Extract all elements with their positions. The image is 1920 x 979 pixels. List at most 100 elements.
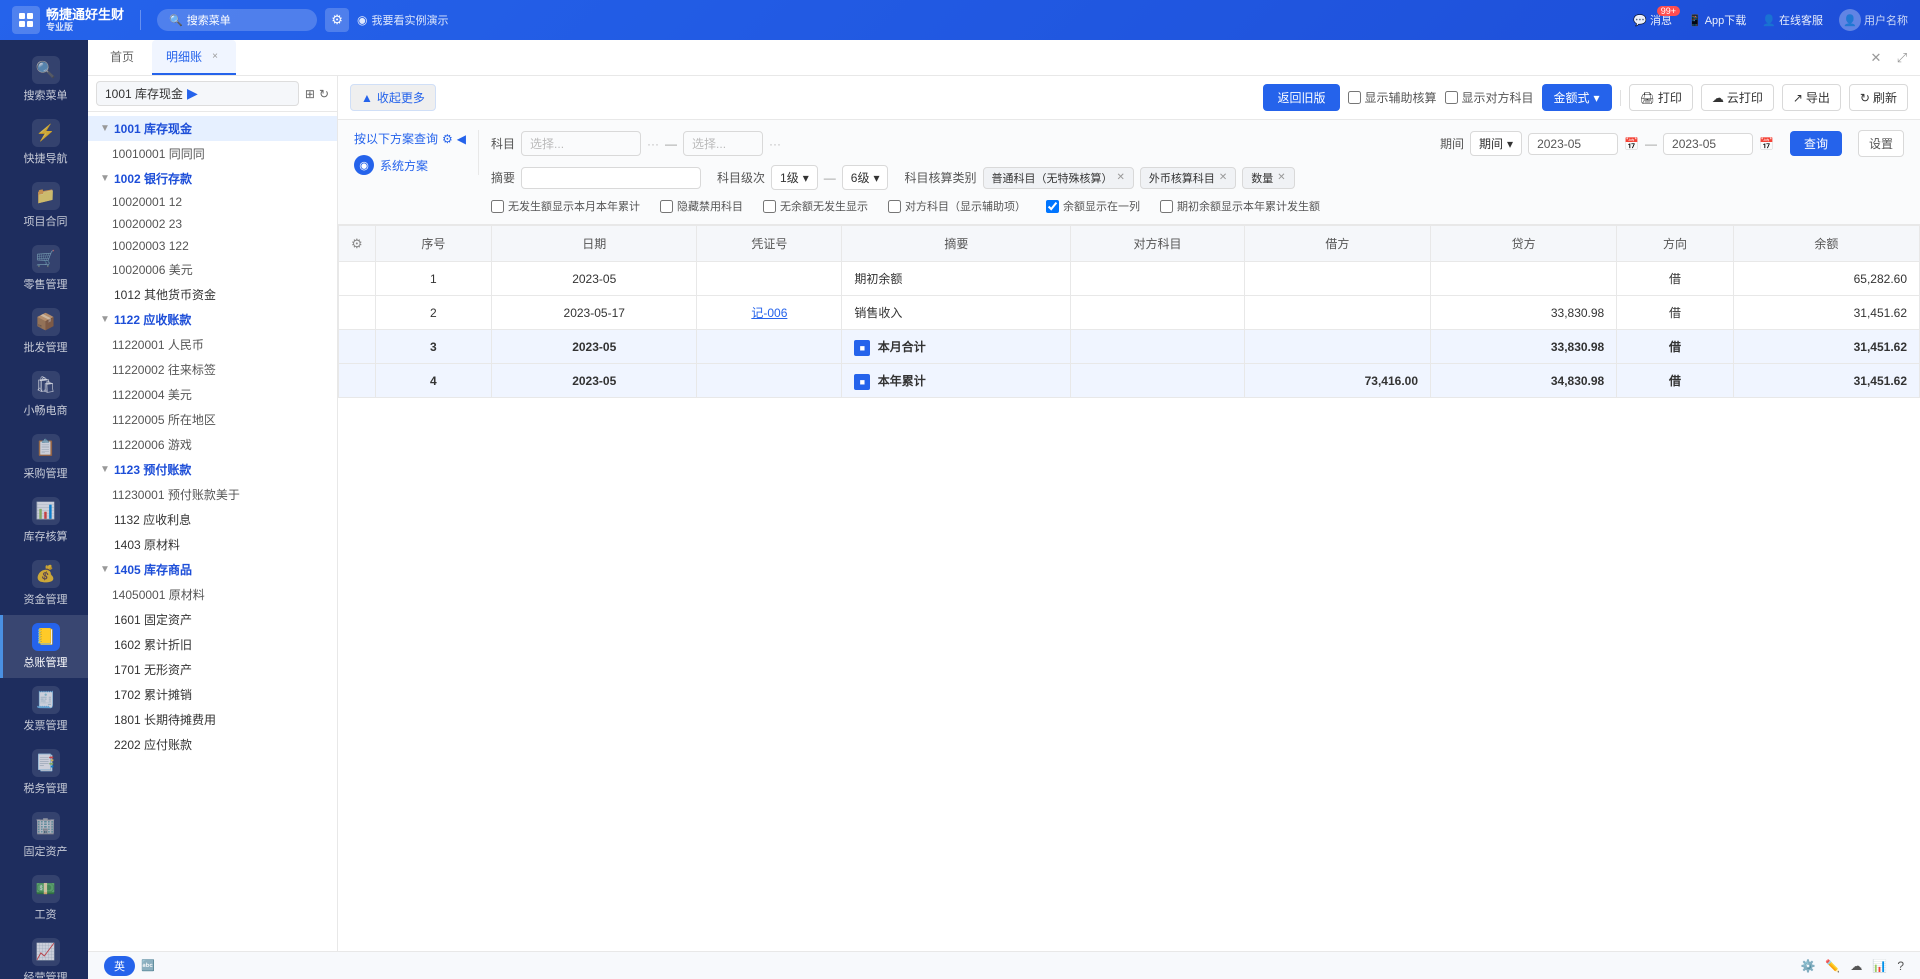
- sidebar-item-wholesale[interactable]: 📦 批发管理: [0, 300, 88, 363]
- opt-hide-inactive[interactable]: 隐藏禁用科目: [660, 198, 743, 214]
- sidebar-item-search[interactable]: 🔍 搜索菜单: [0, 48, 88, 111]
- window-close-icon[interactable]: ✕: [1866, 48, 1886, 68]
- level-end-select[interactable]: 6级 ▾: [842, 165, 889, 190]
- sidebar-item-quick[interactable]: ⚡ 快捷导航: [0, 111, 88, 174]
- amount-format-btn[interactable]: 金额式 ▾: [1542, 84, 1612, 111]
- bottom-lang-icon[interactable]: 🔤: [141, 959, 155, 972]
- sidebar-item-operations[interactable]: 📈 经营管理: [0, 930, 88, 979]
- sidebar-item-assets[interactable]: 🏢 固定资产: [0, 804, 88, 867]
- subject-input[interactable]: 选择...: [521, 131, 641, 156]
- tree-node-1012[interactable]: 1012 其他货币资金: [88, 282, 337, 307]
- tree-node-11220005[interactable]: 11220005 所在地区: [88, 407, 337, 432]
- tree-node-11220001[interactable]: 11220001 人民币: [88, 332, 337, 357]
- tree-node-10020003[interactable]: 10020003 122: [88, 235, 337, 257]
- tree-node-1602[interactable]: 1602 累计折旧: [88, 632, 337, 657]
- cell-opposite: [1071, 296, 1244, 330]
- sidebar-item-retail[interactable]: 🛒 零售管理: [0, 237, 88, 300]
- table-settings-icon[interactable]: ⚙: [351, 236, 363, 251]
- back-to-old-btn[interactable]: 返回旧版: [1263, 84, 1339, 111]
- subject-input-end[interactable]: 选择...: [683, 131, 763, 156]
- export-btn[interactable]: ↗ 导出: [1782, 84, 1841, 111]
- table-col-settings[interactable]: ⚙: [339, 226, 376, 262]
- window-maximize-icon[interactable]: ⤢: [1892, 48, 1912, 68]
- tree-node-1801[interactable]: 1801 长期待摊费用: [88, 707, 337, 732]
- app-download-btn[interactable]: 📱 App下载: [1688, 12, 1746, 28]
- sidebar-item-salary[interactable]: 💵 工资: [0, 867, 88, 930]
- tree-node-1702[interactable]: 1702 累计摊销: [88, 682, 337, 707]
- sidebar-item-ledger[interactable]: 📒 总账管理: [0, 615, 88, 678]
- tree-node-10020001[interactable]: 10020001 12: [88, 191, 337, 213]
- tree-node-1701[interactable]: 1701 无形资产: [88, 657, 337, 682]
- tag-remove-icon[interactable]: ✕: [1277, 172, 1285, 183]
- sidebar-item-tax[interactable]: 📑 税务管理: [0, 741, 88, 804]
- cell-summary: ■ 本月合计: [842, 330, 1071, 364]
- tab-close-btn[interactable]: ×: [208, 50, 222, 64]
- tree-node-11220006[interactable]: 11220006 游戏: [88, 432, 337, 457]
- tree-node-1001[interactable]: ▼ 1001 库存现金: [88, 116, 337, 141]
- account-selector[interactable]: 1001 库存现金 ▶: [96, 81, 299, 106]
- tree-node-1002[interactable]: ▼ 1002 银行存款: [88, 166, 337, 191]
- opt-balance-in-one[interactable]: 余额显示在一列: [1046, 198, 1140, 214]
- opt-show-opposite[interactable]: 对方科目（显示辅助项）: [888, 198, 1026, 214]
- online-service-btn[interactable]: 👤 在线客服: [1762, 12, 1823, 28]
- tree-node-11220002[interactable]: 11220002 往来标签: [88, 357, 337, 382]
- refresh-btn[interactable]: ↻ 刷新: [1849, 84, 1908, 111]
- level-start-select[interactable]: 1级 ▾: [771, 165, 818, 190]
- tree-node-2202[interactable]: 2202 应付账款: [88, 732, 337, 757]
- more-btn[interactable]: ▲ 收起更多: [350, 84, 436, 111]
- print-btn[interactable]: 🖨 打印: [1629, 84, 1693, 111]
- tree-node-11230001[interactable]: 11230001 预付账款美于: [88, 482, 337, 507]
- tree-node-1601[interactable]: 1601 固定资产: [88, 607, 337, 632]
- settings-btn[interactable]: 设置: [1858, 130, 1904, 157]
- sidebar-item-capital[interactable]: 💰 资金管理: [0, 552, 88, 615]
- bottom-icon-2[interactable]: ✏️: [1825, 959, 1840, 973]
- period-end-input[interactable]: 2023-05: [1663, 133, 1753, 155]
- period-type-select[interactable]: 期间 ▾: [1470, 131, 1522, 156]
- tree-node-10010001[interactable]: 10010001 同同同: [88, 141, 337, 166]
- bottom-icon-4[interactable]: 📊: [1872, 959, 1887, 973]
- settings-icon[interactable]: ⚙: [325, 8, 349, 32]
- tag-remove-icon[interactable]: ✕: [1219, 172, 1227, 183]
- query-btn[interactable]: 查询: [1790, 131, 1842, 156]
- tree-node-10020002[interactable]: 10020002 23: [88, 213, 337, 235]
- tree-node-11220004[interactable]: 11220004 美元: [88, 382, 337, 407]
- cloud-print-btn[interactable]: ☁ 云打印: [1701, 84, 1774, 111]
- tree-node-1405[interactable]: ▼ 1405 库存商品: [88, 557, 337, 582]
- sidebar-item-purchase[interactable]: 📋 采购管理: [0, 426, 88, 489]
- sidebar-item-inventory[interactable]: 📊 库存核算: [0, 489, 88, 552]
- bottom-icon-1[interactable]: ⚙️: [1800, 959, 1815, 973]
- tree-node-1132[interactable]: 1132 应收利息: [88, 507, 337, 532]
- calendar-icon-end[interactable]: 📅: [1759, 137, 1774, 151]
- sidebar-item-ecommerce[interactable]: 🛍 小畅电商: [0, 363, 88, 426]
- calendar-icon-start[interactable]: 📅: [1624, 137, 1639, 151]
- opt-no-balance[interactable]: 无余额无发生显示: [763, 198, 868, 214]
- scheme-label[interactable]: 系统方案: [380, 157, 428, 174]
- search-bar[interactable]: 🔍 搜索菜单: [157, 9, 317, 31]
- voucher-link[interactable]: 记-006: [751, 306, 787, 320]
- tree-columns-icon[interactable]: ⊞: [305, 87, 315, 101]
- opt-show-initial[interactable]: 期初余额显示本年累计发生额: [1160, 198, 1320, 214]
- tree-node-1123[interactable]: ▼ 1123 预付账款: [88, 457, 337, 482]
- show-opposite-checkbox[interactable]: 显示对方科目: [1445, 89, 1534, 106]
- demo-link[interactable]: ◉ 我要看实例演示: [357, 12, 448, 28]
- tree-node-10020006[interactable]: 10020006 美元: [88, 257, 337, 282]
- sidebar-item-project[interactable]: 📁 项目合同: [0, 174, 88, 237]
- expand-toggle[interactable]: 按以下方案查询 ⚙ ◀: [354, 130, 466, 147]
- sidebar-item-invoice[interactable]: 🧾 发票管理: [0, 678, 88, 741]
- summary-input[interactable]: [521, 167, 701, 189]
- tab-detail[interactable]: 明细账 ×: [152, 40, 236, 75]
- message-btn[interactable]: 💬 消息 99+: [1633, 12, 1672, 28]
- tree-node-1122[interactable]: ▼ 1122 应收账款: [88, 307, 337, 332]
- tree-node-14050001[interactable]: 14050001 原材料: [88, 582, 337, 607]
- bottom-translate-btn[interactable]: 英: [104, 956, 135, 976]
- tag-remove-icon[interactable]: ✕: [1117, 172, 1125, 183]
- bottom-icon-3[interactable]: ☁: [1850, 959, 1862, 973]
- tree-refresh-icon[interactable]: ↻: [319, 87, 329, 101]
- bottom-icon-5[interactable]: ?: [1897, 959, 1904, 973]
- user-avatar[interactable]: 👤 用户名称: [1839, 9, 1908, 31]
- tree-node-1403[interactable]: 1403 原材料: [88, 532, 337, 557]
- opt-no-occurrence[interactable]: 无发生额显示本月本年累计: [491, 198, 640, 214]
- show-auxiliary-checkbox[interactable]: 显示辅助核算: [1348, 89, 1437, 106]
- period-start-input[interactable]: 2023-05: [1528, 133, 1618, 155]
- tab-home[interactable]: 首页: [96, 40, 148, 75]
